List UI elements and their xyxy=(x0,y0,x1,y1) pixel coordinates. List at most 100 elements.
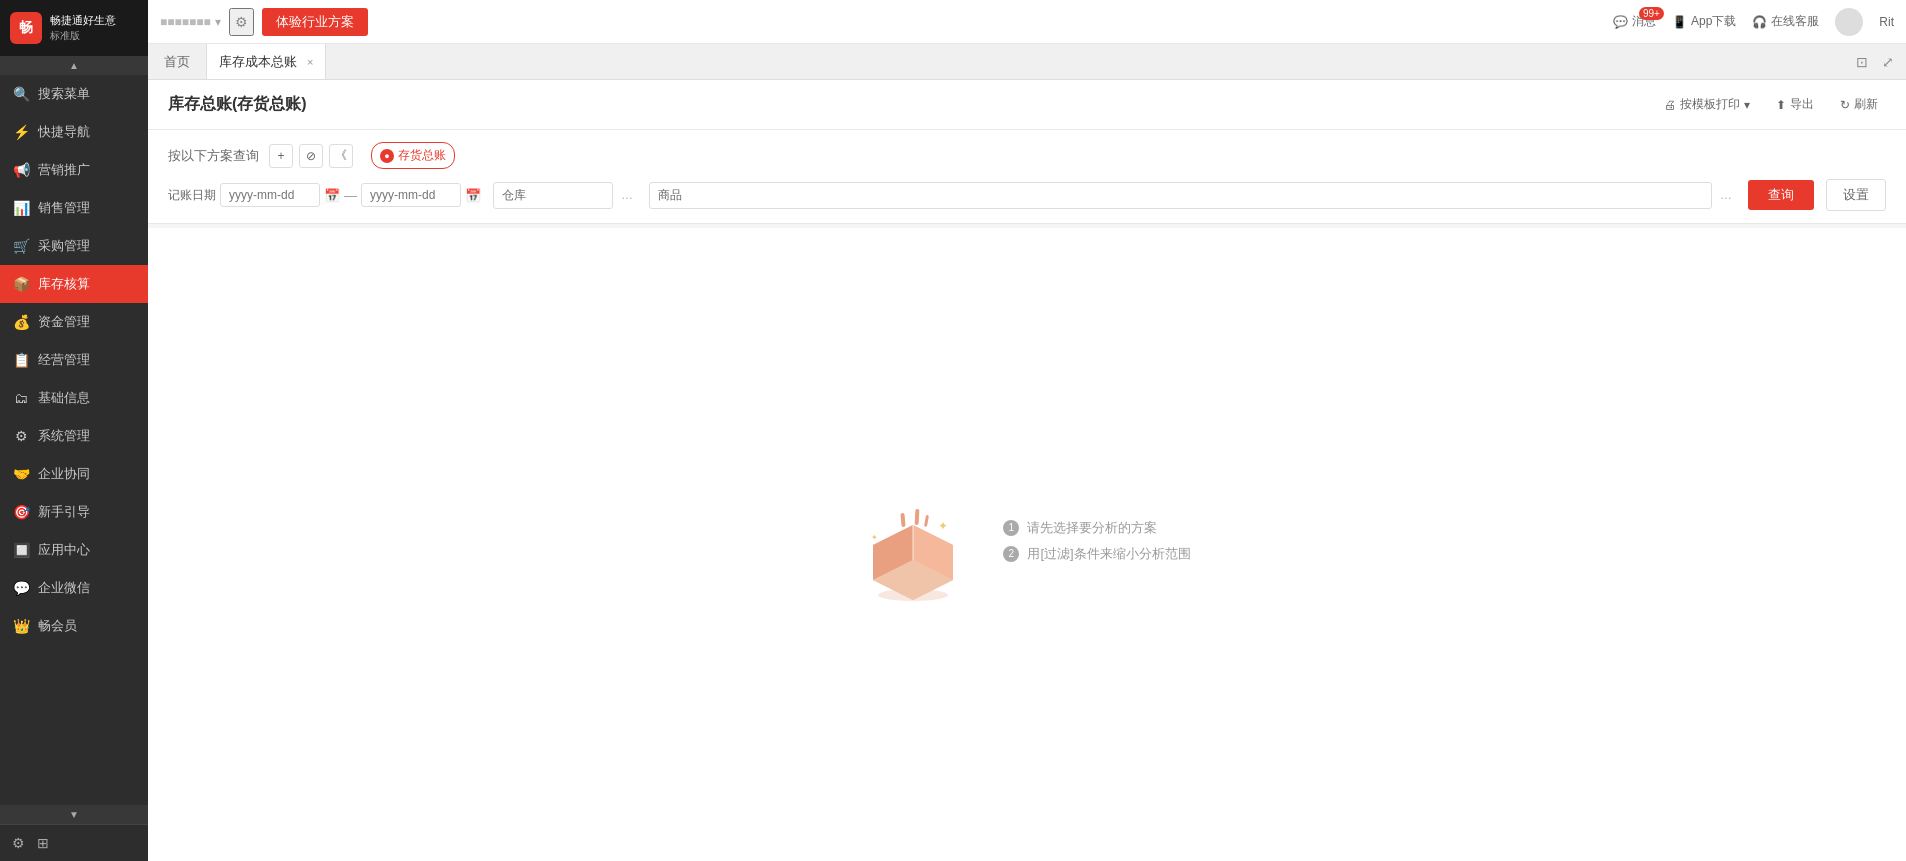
date-start-input[interactable] xyxy=(220,183,320,207)
svg-text:✦: ✦ xyxy=(871,533,878,542)
date-end-input[interactable] xyxy=(361,183,461,207)
page-header: 库存总账(存货总账) 🖨 按模板打印 ▾ ⬆ 导出 ↻ 刷新 xyxy=(148,80,1906,130)
messages-button[interactable]: 💬 消息 99+ xyxy=(1613,13,1656,30)
calendar-end-icon[interactable]: 📅 xyxy=(465,188,481,203)
topbar-right: 💬 消息 99+ 📱 App下载 🎧 在线客服 Rit xyxy=(1613,8,1894,36)
collapse-sidebar-button[interactable]: ⊞ xyxy=(37,835,49,851)
empty-illustration: ✦ ✦ xyxy=(863,495,963,595)
sidebar-item-newbie[interactable]: 🎯 新手引导 xyxy=(0,493,148,531)
hint-2-text: 用[过滤]条件来缩小分析范围 xyxy=(1027,545,1190,563)
industry-solution-button[interactable]: 体验行业方案 xyxy=(262,8,368,36)
expand-button[interactable]: ⤢ xyxy=(1878,50,1898,74)
sidebar-scroll-up[interactable]: ▲ xyxy=(0,56,148,75)
svg-text:✦: ✦ xyxy=(938,519,948,533)
sidebar-item-appstore[interactable]: 🔲 应用中心 xyxy=(0,531,148,569)
print-icon: 🖨 xyxy=(1664,98,1676,112)
settings-button[interactable]: 设置 xyxy=(1826,179,1886,211)
refresh-label: 刷新 xyxy=(1854,96,1878,113)
topbar-settings-button[interactable]: ⚙ xyxy=(229,8,254,36)
sidebar-item-marketing[interactable]: 📢 营销推广 xyxy=(0,151,148,189)
filter-row-conditions: 记账日期 📅 — 📅 仓库 … 商品 … xyxy=(168,179,1886,211)
breadcrumb: ■■■■■■■ ▾ xyxy=(160,15,221,29)
sidebar-item-quick-nav[interactable]: ⚡ 快捷导航 xyxy=(0,113,148,151)
calendar-start-icon[interactable]: 📅 xyxy=(324,188,340,203)
query-button[interactable]: 查询 xyxy=(1748,180,1814,210)
sidebar-item-sales[interactable]: 📊 销售管理 xyxy=(0,189,148,227)
tab-home[interactable]: 首页 xyxy=(148,44,207,79)
appstore-icon: 🔲 xyxy=(12,542,30,558)
system-icon: ⚙ xyxy=(12,428,30,444)
header-actions: 🖨 按模板打印 ▾ ⬆ 导出 ↻ 刷新 xyxy=(1656,92,1886,117)
close-tab-button[interactable]: × xyxy=(307,56,313,68)
chevron-down-icon: ▾ xyxy=(1744,98,1750,112)
date-filter-group: 记账日期 📅 — 📅 xyxy=(168,183,481,207)
sidebar-scroll-down[interactable]: ▼ xyxy=(0,805,148,824)
newbie-icon: 🎯 xyxy=(12,504,30,520)
restore-button[interactable]: ⊡ xyxy=(1852,50,1872,74)
export-button[interactable]: ⬆ 导出 xyxy=(1768,92,1822,117)
svg-rect-8 xyxy=(924,514,929,526)
app-version: 标准版 xyxy=(50,29,116,43)
scheme-item-inventory-ledger[interactable]: ● 存货总账 xyxy=(371,142,455,169)
wechat-icon: 💬 xyxy=(12,580,30,596)
sidebar-item-label: 系统管理 xyxy=(38,427,90,445)
vip-icon: 👑 xyxy=(12,618,30,634)
reset-scheme-button[interactable]: ⊘ xyxy=(299,144,323,168)
message-icon: 💬 xyxy=(1613,15,1628,29)
sidebar-item-operation[interactable]: 📋 经营管理 xyxy=(0,341,148,379)
warehouse-label: 仓库 xyxy=(502,187,526,204)
sidebar-item-wechat[interactable]: 💬 企业微信 xyxy=(0,569,148,607)
app-name: 畅捷通好生意 xyxy=(50,13,116,28)
sidebar-item-purchase[interactable]: 🛒 采购管理 xyxy=(0,227,148,265)
sidebar-item-label: 经营管理 xyxy=(38,351,90,369)
sidebar-item-label: 快捷导航 xyxy=(38,123,90,141)
finance-icon: 💰 xyxy=(12,314,30,330)
goods-label: 商品 xyxy=(658,187,682,204)
refresh-button[interactable]: ↻ 刷新 xyxy=(1832,92,1886,117)
scheme-item-label: 存货总账 xyxy=(398,147,446,164)
refresh-icon: ↻ xyxy=(1840,98,1850,112)
tabbar-right: ⊡ ⤢ xyxy=(1852,50,1906,74)
tabbar: 首页 库存成本总账 × ⊡ ⤢ xyxy=(148,44,1906,80)
goods-select[interactable]: 商品 xyxy=(649,182,1712,209)
app-logo: 畅 畅捷通好生意 标准版 xyxy=(0,0,148,56)
filter-scheme-label: 按以下方案查询 xyxy=(168,147,259,165)
online-service-label: 在线客服 xyxy=(1771,13,1819,30)
collapse-filter-button[interactable]: 《 xyxy=(329,144,353,168)
sidebar-item-label: 资金管理 xyxy=(38,313,90,331)
sidebar-item-label: 企业协同 xyxy=(38,465,90,483)
export-label: 导出 xyxy=(1790,96,1814,113)
sidebar-item-label: 搜索菜单 xyxy=(38,85,90,103)
sidebar-item-collab[interactable]: 🤝 企业协同 xyxy=(0,455,148,493)
online-service-button[interactable]: 🎧 在线客服 xyxy=(1752,13,1819,30)
scheme-icon: ● xyxy=(380,149,394,163)
sidebar-item-vip[interactable]: 👑 畅会员 xyxy=(0,607,148,645)
goods-more-icon[interactable]: … xyxy=(1716,186,1736,204)
avatar[interactable] xyxy=(1835,8,1863,36)
sidebar-item-basic[interactable]: 🗂 基础信息 xyxy=(0,379,148,417)
sidebar-item-label: 销售管理 xyxy=(38,199,90,217)
hint-1-text: 请先选择要分析的方案 xyxy=(1027,519,1157,537)
sidebar-item-label: 采购管理 xyxy=(38,237,90,255)
sidebar-item-search[interactable]: 🔍 搜索菜单 xyxy=(0,75,148,113)
basic-icon: 🗂 xyxy=(12,390,30,406)
export-icon: ⬆ xyxy=(1776,98,1786,112)
sidebar-item-finance[interactable]: 💰 资金管理 xyxy=(0,303,148,341)
sidebar: 畅 畅捷通好生意 标准版 ▲ 🔍 搜索菜单 ⚡ 快捷导航 📢 营销推广 📊 销售… xyxy=(0,0,148,861)
collab-icon: 🤝 xyxy=(12,466,30,482)
print-button[interactable]: 🖨 按模板打印 ▾ xyxy=(1656,92,1758,117)
sidebar-item-inventory[interactable]: 📦 库存核算 xyxy=(0,265,148,303)
tab-inventory-ledger[interactable]: 库存成本总账 × xyxy=(207,44,326,79)
sidebar-item-system[interactable]: ⚙ 系统管理 xyxy=(0,417,148,455)
settings-footer-button[interactable]: ⚙ xyxy=(12,835,25,851)
marketing-icon: 📢 xyxy=(12,162,30,178)
warehouse-select[interactable]: 仓库 xyxy=(493,182,613,209)
sidebar-item-label: 新手引导 xyxy=(38,503,90,521)
add-scheme-button[interactable]: + xyxy=(269,144,293,168)
app-download-button[interactable]: 📱 App下载 xyxy=(1672,13,1736,30)
sidebar-nav: 🔍 搜索菜单 ⚡ 快捷导航 📢 营销推广 📊 销售管理 🛒 采购管理 📦 库存核… xyxy=(0,75,148,805)
warehouse-more-icon[interactable]: … xyxy=(617,186,637,204)
page-content: 库存总账(存货总账) 🖨 按模板打印 ▾ ⬆ 导出 ↻ 刷新 xyxy=(148,80,1906,861)
purchase-icon: 🛒 xyxy=(12,238,30,254)
tab-active-label: 库存成本总账 xyxy=(219,53,297,71)
